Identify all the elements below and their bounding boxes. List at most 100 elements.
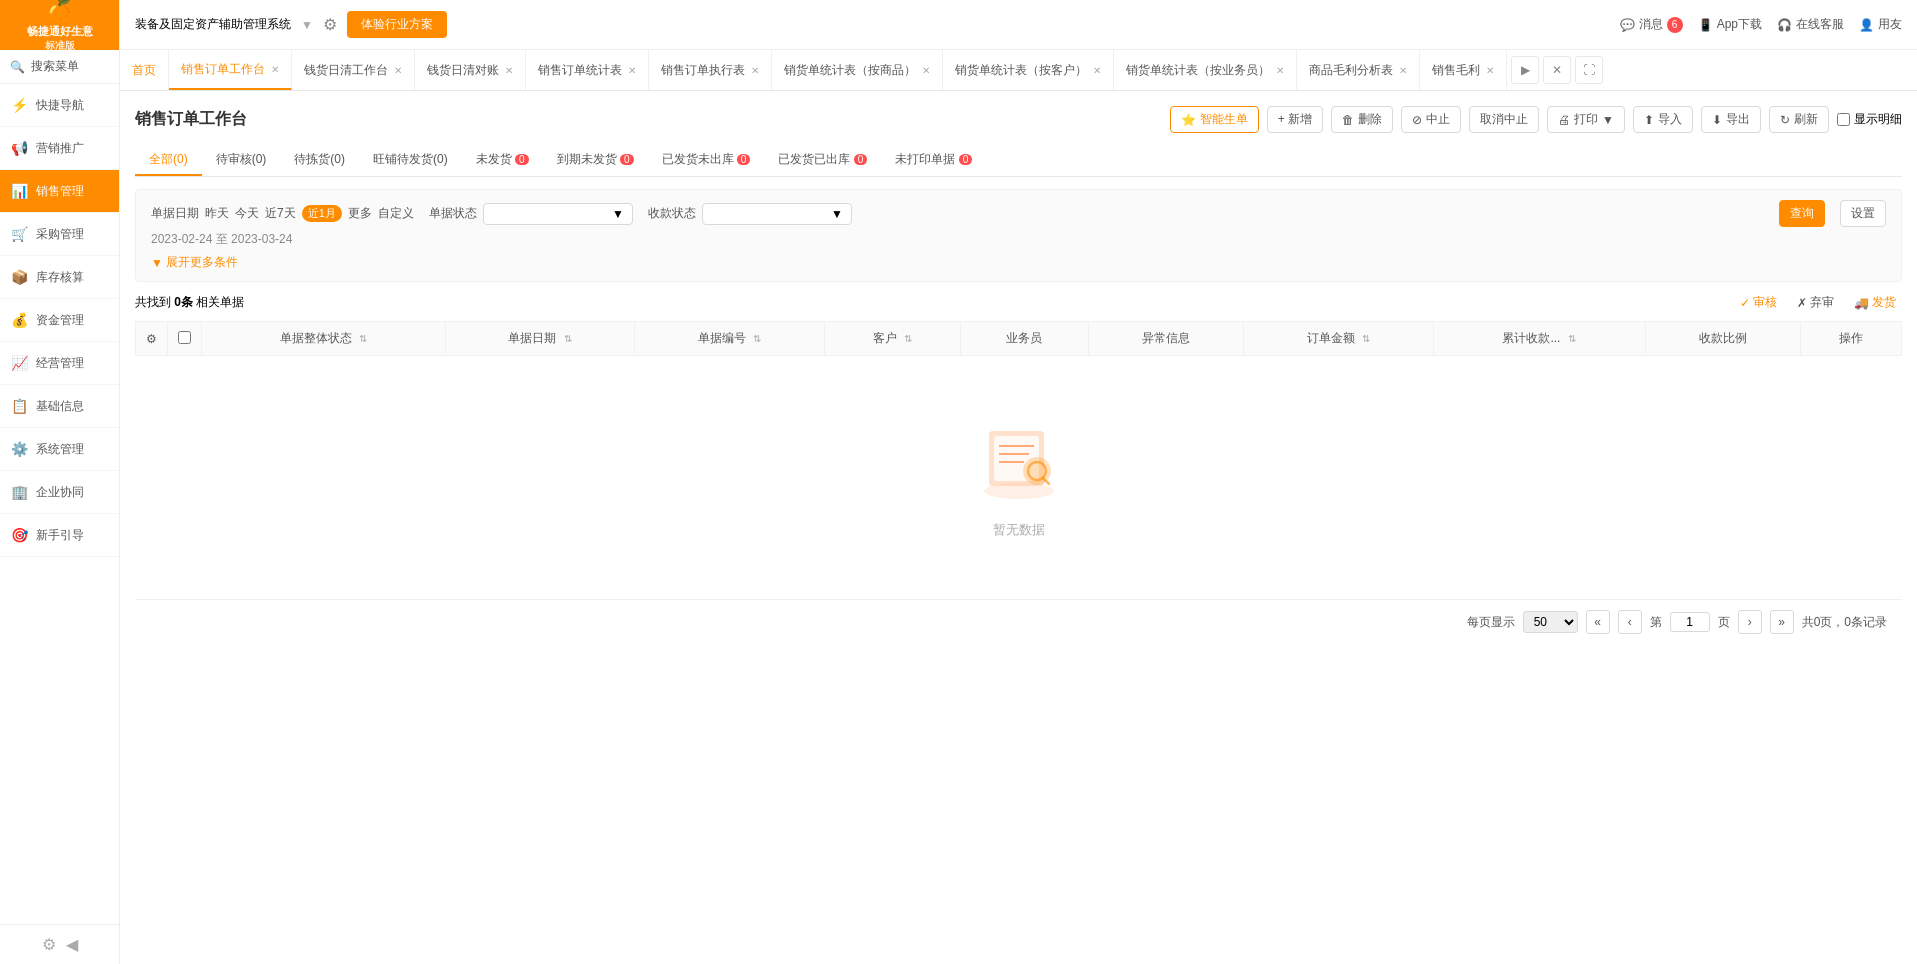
select-all-checkbox[interactable]: [178, 331, 191, 344]
expand-conditions-btn[interactable]: ▼ 展开更多条件: [151, 254, 1886, 271]
cancel-suspend-btn[interactable]: 取消中止: [1469, 106, 1539, 133]
payment-select[interactable]: ▼: [702, 203, 852, 225]
filter-tab-all[interactable]: 全部(0): [135, 145, 202, 176]
industry-solution-btn[interactable]: 体验行业方案: [347, 11, 447, 38]
sidebar-item-guide[interactable]: 🎯 新手引导: [0, 514, 119, 557]
tab-home[interactable]: 首页: [120, 50, 169, 90]
export-btn[interactable]: ⬇ 导出: [1701, 106, 1761, 133]
filter-tab-not-printed[interactable]: 未打印单据 0: [881, 145, 986, 176]
show-detail-checkbox-label[interactable]: 显示明细: [1837, 111, 1902, 128]
date-custom[interactable]: 自定义: [378, 205, 414, 222]
tab-sales-stat-product[interactable]: 销货单统计表（按商品） ✕: [772, 50, 943, 90]
sidebar-item-system[interactable]: ⚙️ 系统管理: [0, 428, 119, 471]
tab-close-icon[interactable]: ✕: [1276, 65, 1284, 76]
sidebar-item-marketing[interactable]: 📢 营销推广: [0, 127, 119, 170]
tab-close-icon[interactable]: ✕: [628, 65, 636, 76]
sidebar-item-inventory[interactable]: 📦 库存核算: [0, 256, 119, 299]
tab-sales-stats[interactable]: 销售订单统计表 ✕: [526, 50, 649, 90]
print-btn[interactable]: 🖨 打印 ▼: [1547, 106, 1625, 133]
page-suffix: 页: [1718, 614, 1730, 631]
print-dropdown-icon: ▼: [1602, 113, 1614, 127]
filter-tab-not-shipped[interactable]: 未发货 0: [462, 145, 543, 176]
filter-tab-overdue[interactable]: 到期未发货 0: [543, 145, 648, 176]
tab-label: 销售订单工作台: [181, 61, 265, 78]
tab-close-icon[interactable]: ✕: [394, 65, 402, 76]
abandon-review-btn[interactable]: ✗ 弃审: [1791, 292, 1840, 313]
inventory-icon: 📦: [10, 268, 28, 286]
tab-gross-profit[interactable]: 商品毛利分析表 ✕: [1297, 50, 1420, 90]
per-page-label: 每页显示: [1467, 614, 1515, 631]
sidebar-item-enterprise[interactable]: 🏢 企业协同: [0, 471, 119, 514]
topbar-dropdown-btn[interactable]: ▼: [301, 18, 313, 32]
collapse-btn[interactable]: ◀: [66, 935, 78, 954]
smart-create-btn[interactable]: ⭐ 智能生单: [1170, 106, 1259, 133]
status-select[interactable]: ▼: [483, 203, 633, 225]
tab-sales-exec[interactable]: 销售订单执行表 ✕: [649, 50, 772, 90]
filter-tab-shipped-not-wh[interactable]: 已发货未出库 0: [648, 145, 765, 176]
suspend-btn[interactable]: ⊘ 中止: [1401, 106, 1461, 133]
sidebar-item-label: 资金管理: [36, 312, 84, 329]
settings-icon[interactable]: ⚙: [323, 15, 337, 34]
sidebar-item-basic[interactable]: 📋 基础信息: [0, 385, 119, 428]
add-btn[interactable]: + 新增: [1267, 106, 1323, 133]
tabs-close-all-btn[interactable]: ✕: [1543, 56, 1571, 84]
date-today[interactable]: 今天: [235, 205, 259, 222]
tab-label: 销货单统计表（按业务员）: [1126, 62, 1270, 79]
tab-sales-workbench[interactable]: 销售订单工作台 ✕: [169, 50, 292, 90]
sidebar-item-purchase[interactable]: 🛒 采购管理: [0, 213, 119, 256]
tab-sales-stat-staff[interactable]: 销货单统计表（按业务员） ✕: [1114, 50, 1297, 90]
tabs-scroll-right-btn[interactable]: ▶: [1511, 56, 1539, 84]
tab-close-icon[interactable]: ✕: [1093, 65, 1101, 76]
date-more[interactable]: 更多: [348, 205, 372, 222]
tab-sales-profit[interactable]: 销售毛利 ✕: [1420, 50, 1507, 90]
filter-tab-wangpu[interactable]: 旺铺待发货(0): [359, 145, 462, 176]
query-btn[interactable]: 查询: [1779, 200, 1825, 227]
page-title: 销售订单工作台: [135, 109, 247, 130]
sidebar-search[interactable]: 🔍 搜索菜单: [0, 50, 119, 84]
date-1month[interactable]: 近1月: [302, 205, 342, 222]
settings-bottom-btn[interactable]: ⚙: [42, 935, 56, 954]
date-7days[interactable]: 近7天: [265, 205, 296, 222]
filter-tab-pending-inspect[interactable]: 待拣货(0): [280, 145, 359, 176]
page-last-btn[interactable]: »: [1770, 610, 1794, 634]
message-label: 消息: [1639, 16, 1663, 33]
app-download-btn[interactable]: 📱 App下载: [1698, 16, 1762, 33]
tab-cash-daily[interactable]: 钱货日清工作台 ✕: [292, 50, 415, 90]
page-size-select[interactable]: 50 20 100: [1523, 611, 1578, 633]
filter-tab-pending-review[interactable]: 待审核(0): [202, 145, 281, 176]
sidebar-item-sales[interactable]: 📊 销售管理: [0, 170, 119, 213]
sidebar-item-quick-nav[interactable]: ⚡ 快捷导航: [0, 84, 119, 127]
online-service-btn[interactable]: 🎧 在线客服: [1777, 16, 1844, 33]
user-profile-btn[interactable]: 👤 用友: [1859, 16, 1902, 33]
filter-tab-shipped-wh[interactable]: 已发货已出库 0: [764, 145, 881, 176]
col-customer: 客户 ⇅: [824, 322, 960, 356]
import-btn[interactable]: ⬆ 导入: [1633, 106, 1693, 133]
tab-sales-stat-customer[interactable]: 销货单统计表（按客户） ✕: [943, 50, 1114, 90]
sidebar-item-operation[interactable]: 📈 经营管理: [0, 342, 119, 385]
ship-btn[interactable]: 🚚 发货: [1848, 292, 1902, 313]
refresh-btn[interactable]: ↻ 刷新: [1769, 106, 1829, 133]
tab-close-icon[interactable]: ✕: [1399, 65, 1407, 76]
page-input[interactable]: [1670, 612, 1710, 632]
page-first-btn[interactable]: «: [1586, 610, 1610, 634]
tab-close-icon[interactable]: ✕: [1486, 65, 1494, 76]
tab-close-icon[interactable]: ✕: [751, 65, 759, 76]
tab-cash-reconcile[interactable]: 钱货日清对账 ✕: [415, 50, 526, 90]
message-btn[interactable]: 💬 消息 6: [1620, 16, 1683, 33]
search-icon: 🔍: [10, 60, 25, 74]
delete-btn[interactable]: 🗑 删除: [1331, 106, 1393, 133]
shipped-wh-badge: 0: [854, 154, 868, 165]
tabs-maximize-btn[interactable]: ⛶: [1575, 56, 1603, 84]
show-detail-checkbox[interactable]: [1837, 113, 1850, 126]
col-settings[interactable]: ⚙: [136, 322, 168, 356]
page-prev-btn[interactable]: ‹: [1618, 610, 1642, 634]
date-yesterday[interactable]: 昨天: [205, 205, 229, 222]
setting-btn[interactable]: 设置: [1840, 200, 1886, 227]
tab-close-icon[interactable]: ✕: [505, 65, 513, 76]
tab-close-icon[interactable]: ✕: [922, 65, 930, 76]
review-btn[interactable]: ✓ 审核: [1734, 292, 1783, 313]
sidebar-item-finance[interactable]: 💰 资金管理: [0, 299, 119, 342]
headset-icon: 🎧: [1777, 18, 1792, 32]
tab-close-icon[interactable]: ✕: [271, 64, 279, 75]
page-next-btn[interactable]: ›: [1738, 610, 1762, 634]
